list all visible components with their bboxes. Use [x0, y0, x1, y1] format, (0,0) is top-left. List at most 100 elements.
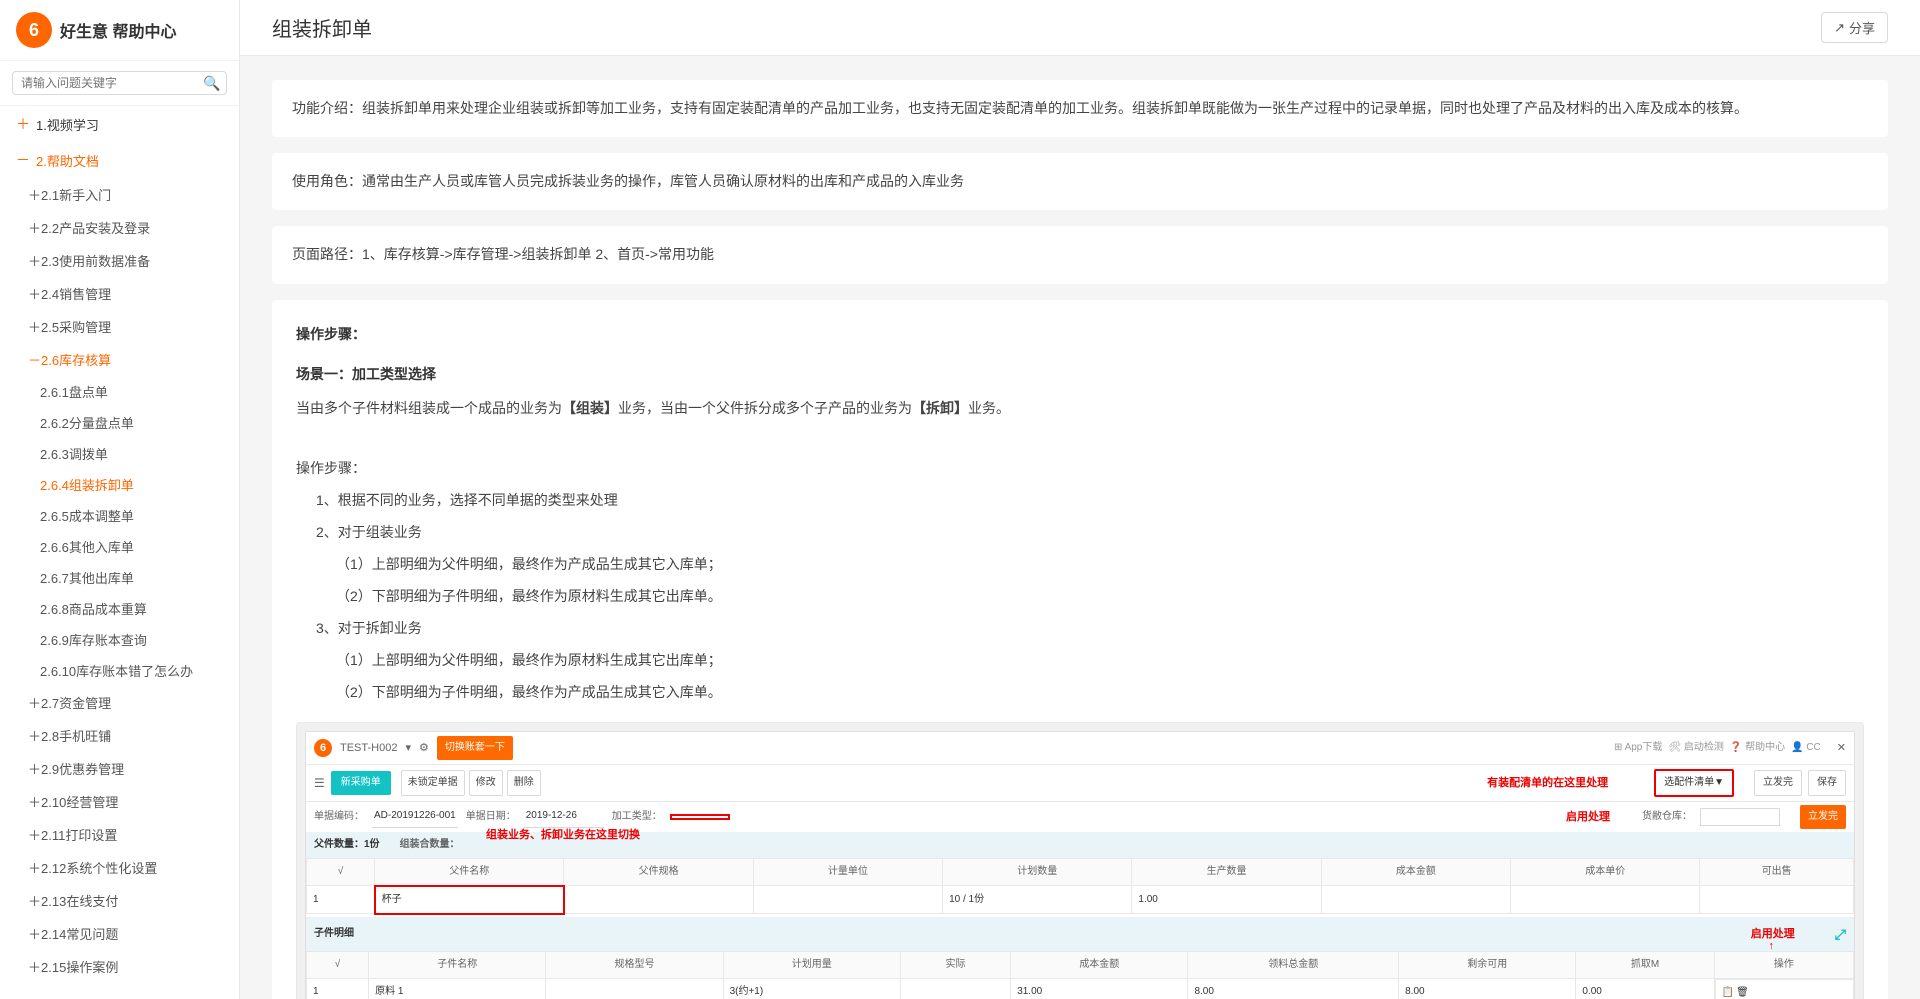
- mock-btn-save: 保存: [1808, 770, 1846, 796]
- th2-check: √: [307, 951, 369, 978]
- sidebar-item-system[interactable]: ＋ 2.12系统个性化设置: [0, 851, 239, 884]
- plus-icon: ＋: [28, 726, 41, 745]
- label: 2.6.5成本调整单: [40, 506, 134, 525]
- td2-spec: [546, 978, 723, 999]
- sidebar-item-data-prep[interactable]: ＋ 2.3使用前数据准备: [0, 244, 239, 277]
- th-cost-amount: 成本金额: [1321, 858, 1510, 886]
- sidebar-item-faq[interactable]: ＋ 2.14常见问题: [0, 917, 239, 950]
- sidebar-item-docs-label: 2.帮助文档: [36, 151, 99, 170]
- sidebar-item-inv268[interactable]: 2.6.8商品成本重算: [0, 593, 239, 624]
- sidebar-item-payment[interactable]: ＋ 2.13在线支付: [0, 884, 239, 917]
- sidebar-item-inv267[interactable]: 2.6.7其他出库单: [0, 562, 239, 593]
- td-planned-qty: 10 / 1份: [943, 886, 1132, 914]
- app-title: 好生意 帮助中心: [60, 18, 176, 42]
- label: 2.6.9库存账本查询: [40, 630, 147, 649]
- label: 2.12系统个性化设置: [41, 858, 157, 877]
- label: 2.14常见问题: [41, 924, 118, 943]
- mock-settings2-icon: 🛠 启动检测: [1668, 738, 1723, 758]
- th2-remaining: 剩余可用: [1399, 951, 1576, 978]
- th2-ops: 操作: [1714, 951, 1853, 978]
- label: 2.6.4组装拆卸单: [40, 475, 134, 494]
- sidebar-item-cases[interactable]: ＋ 2.15操作案例: [0, 950, 239, 983]
- label: 2.6.8商品成本重算: [40, 599, 147, 618]
- td2-num: 1: [307, 978, 369, 999]
- mock-annotation3-text: 启用处理: [1566, 806, 1610, 828]
- mock-value-billno: AD-20191226-001: [372, 805, 458, 828]
- sidebar-item-coupon[interactable]: ＋ 2.9优惠券管理: [0, 752, 239, 785]
- plus-icon: ＋: [28, 759, 41, 778]
- label: 2.13在线支付: [41, 891, 118, 910]
- sidebar-item-inv2610[interactable]: 2.6.10库存账本错了怎么办: [0, 655, 239, 686]
- sidebar-item-inv261[interactable]: 2.6.1盘点单: [0, 376, 239, 407]
- intro-text: 功能介绍：组装拆卸单用来处理企业组装或拆卸等加工业务，支持有固定装配清单的产品加…: [292, 100, 1748, 116]
- sidebar-item-purchase[interactable]: ＋ 2.5采购管理: [0, 310, 239, 343]
- th2-child-name: 子件名称: [369, 951, 546, 978]
- path-text: 页面路径：1、库存核算->库存管理->组装拆卸单 2、首页->常用功能: [292, 246, 714, 262]
- share-button[interactable]: ↗ 分享: [1821, 12, 1888, 43]
- sidebar-item-mobile[interactable]: ＋ 2.8手机旺铺: [0, 719, 239, 752]
- td-parent-name: 杯子: [375, 886, 564, 914]
- mock-btn-delete: 删除: [507, 770, 541, 796]
- sidebar-item-inv262[interactable]: 2.6.2分量盘点单: [0, 407, 239, 438]
- th-saleable: 可出售: [1700, 858, 1854, 886]
- main-content: 组装拆卸单 ↗ 分享 功能介绍：组装拆卸单用来处理企业组装或拆卸等加工业务，支持…: [240, 0, 1920, 999]
- search-icon[interactable]: 🔍: [203, 75, 220, 92]
- th2-pick-total: 领料总金额: [1188, 951, 1399, 978]
- mock-section-header2: 子件明细 启用处理 ⤢: [306, 917, 1854, 951]
- mock-select-template-btn: 选配件清单▼: [1654, 769, 1734, 797]
- sidebar-item-inv264[interactable]: 2.6.4组装拆卸单: [0, 469, 239, 500]
- mock-settings-icon: ⚙: [419, 737, 429, 759]
- sidebar-item-sales[interactable]: ＋ 2.4销售管理: [0, 277, 239, 310]
- th-check: √: [307, 858, 375, 886]
- search-bar[interactable]: 🔍: [0, 61, 239, 106]
- td-cost-amount: [1321, 886, 1510, 914]
- label: 2.4销售管理: [41, 284, 111, 303]
- sidebar-item-newcomer[interactable]: ＋ 2.1新手入门: [0, 178, 239, 211]
- label: 2.3使用前数据准备: [41, 251, 150, 270]
- role-block: 使用角色：通常由生产人员或库管人员完成拆装业务的操作，库管人员确认原材料的出库和…: [272, 153, 1888, 210]
- annotation3-pointer: ↑: [1769, 935, 1775, 957]
- td2-cost: 31.00: [1011, 978, 1188, 999]
- search-input[interactable]: [12, 71, 227, 95]
- td-unit: [753, 886, 942, 914]
- sidebar-item-install[interactable]: ＋ 2.2产品安装及登录: [0, 211, 239, 244]
- plus-icon: ＋: [28, 891, 41, 910]
- plus-icon: ＋: [28, 317, 41, 336]
- plus-icon: ＋: [28, 218, 41, 237]
- step3-2: （2）下部明细为子件明细，最终作为产成品生成其它入库单。: [336, 678, 1864, 706]
- plus-icon: ＋: [28, 924, 41, 943]
- th2-cost: 成本金额: [1011, 951, 1188, 978]
- sidebar-item-docs[interactable]: － 2.帮助文档: [0, 142, 239, 178]
- sidebar-item-video[interactable]: ＋ 1.视频学习: [0, 106, 239, 142]
- label: 2.11打印设置: [41, 825, 117, 844]
- td2-remain: 8.00: [1399, 978, 1576, 999]
- td-cost-unit: [1511, 886, 1700, 914]
- scene1-title: 场景一：加工类型选择: [296, 360, 1864, 388]
- label: 2.6.3调拨单: [40, 444, 108, 463]
- plus-icon: ＋: [28, 185, 41, 204]
- mock-section2-label: 子件明细: [314, 924, 354, 944]
- sidebar-item-inventory[interactable]: － 2.6库存核算: [0, 343, 239, 376]
- scene1-desc: 当由多个子件材料组装成一个成品的业务为【组装】业务，当由一个父件拆分成多个子产品…: [296, 394, 1864, 422]
- th2-spec: 规格型号: [546, 951, 723, 978]
- step3-1: （1）上部明细为父件明细，最终作为原材料生成其它出库单；: [336, 646, 1864, 674]
- label: 2.5采购管理: [41, 317, 111, 336]
- sidebar-item-inv269[interactable]: 2.6.9库存账本查询: [0, 624, 239, 655]
- sidebar-header: 6 好生意 帮助中心: [0, 0, 239, 61]
- mock-close-icon: ✕: [1837, 737, 1846, 759]
- label: 2.7资金管理: [41, 693, 111, 712]
- mock-annotation1-text: 有装配清单的在这里处理: [1487, 772, 1608, 794]
- sidebar-item-inv266[interactable]: 2.6.6其他入库单: [0, 531, 239, 562]
- sidebar-item-print[interactable]: ＋ 2.11打印设置: [0, 818, 239, 851]
- steps-block: 操作步骤： 场景一：加工类型选择 当由多个子件材料组装成一个成品的业务为【组装】…: [272, 300, 1888, 999]
- th-parent-spec: 父件规格: [564, 858, 753, 886]
- step2-1: （1）上部明细为父件明细，最终作为产成品生成其它入库单；: [336, 550, 1864, 578]
- mock-tab-assemble: 新采购单: [331, 771, 391, 795]
- td2-name: 原料 1: [369, 978, 546, 999]
- sidebar-item-inv263[interactable]: 2.6.3调拨单: [0, 438, 239, 469]
- sidebar-item-ops[interactable]: ＋ 2.10经营管理: [0, 785, 239, 818]
- sidebar-item-finance[interactable]: ＋ 2.7资金管理: [0, 686, 239, 719]
- table-row: 1 杯子 10 / 1份 1.00: [307, 886, 1854, 914]
- sidebar-item-inv265[interactable]: 2.6.5成本调整单: [0, 500, 239, 531]
- mock-value-type: [670, 814, 730, 820]
